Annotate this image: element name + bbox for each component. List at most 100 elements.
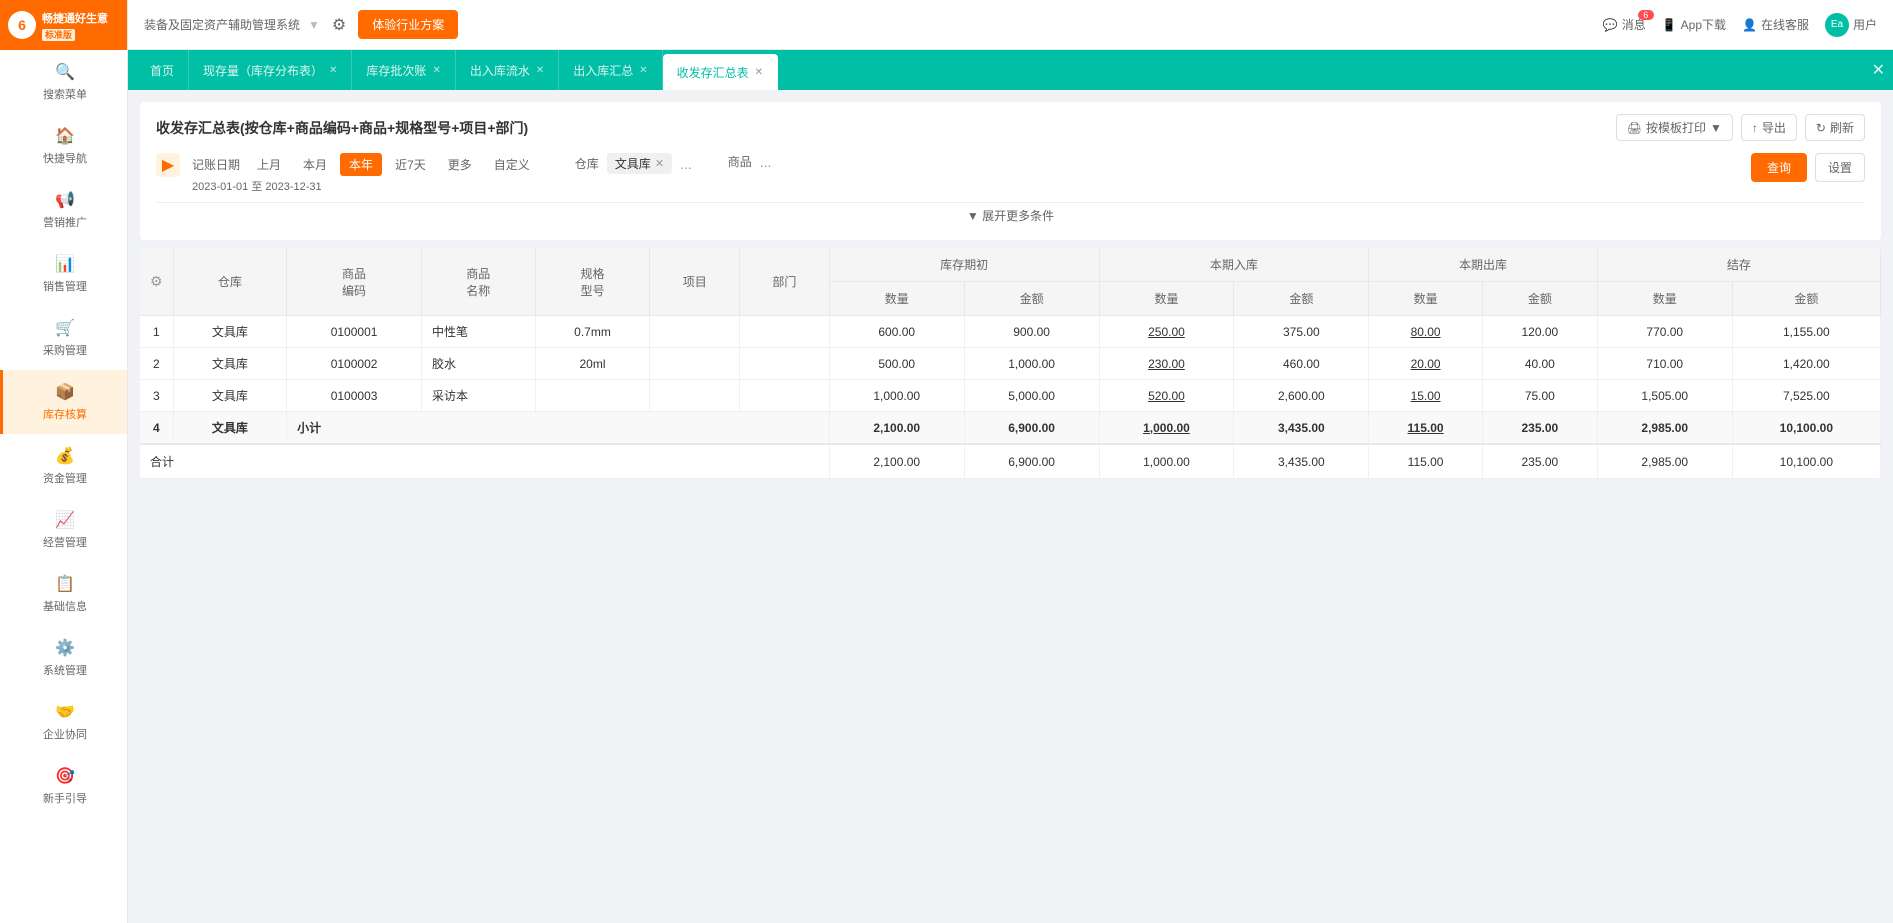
tab-batch[interactable]: 库存批次账 ✕ — [352, 50, 455, 90]
user-label: 用户 — [1853, 16, 1877, 33]
th-opening-amt: 金额 — [964, 282, 1099, 316]
tab-close-icon[interactable]: ✕ — [639, 65, 647, 76]
tab-close-icon[interactable]: ✕ — [536, 65, 544, 76]
date-btn-this-year[interactable]: 本年 — [340, 153, 382, 176]
date-btn-7days[interactable]: 近7天 — [386, 153, 435, 176]
warehouse-more[interactable]: ... — [680, 156, 692, 172]
warehouse-tag-close[interactable]: ✕ — [655, 157, 664, 170]
sidebar-item-operations[interactable]: 📈 经营管理 — [0, 498, 127, 562]
query-btn[interactable]: 查询 — [1751, 153, 1807, 182]
inventory-icon: 📦 — [55, 382, 75, 402]
sidebar-item-newbie[interactable]: 🎯 新手引导 — [0, 754, 127, 818]
sidebar-item-search[interactable]: 🔍 搜索菜单 — [0, 50, 127, 114]
sidebar-item-purchase[interactable]: 🛒 采购管理 — [0, 306, 127, 370]
user-item[interactable]: Ea 用户 — [1825, 13, 1877, 37]
message-badge: 6 — [1638, 10, 1654, 20]
sidebar-item-inventory[interactable]: 📦 库存核算 — [0, 370, 127, 434]
expand-more-btn[interactable]: ▼ 展开更多条件 — [156, 202, 1865, 228]
sidebar-item-purchase-label: 采购管理 — [43, 342, 87, 358]
th-incoming-amt: 金额 — [1234, 282, 1369, 316]
app-download-item[interactable]: 📱 App下载 — [1662, 16, 1726, 33]
sidebar-item-sales[interactable]: 📊 销售管理 — [0, 242, 127, 306]
topbar: 装备及固定资产辅助管理系统 ▼ ⚙ 体验行业方案 💬 消息 6 📱 App下载 … — [128, 0, 1893, 50]
th-closing-group: 结存 — [1597, 248, 1880, 282]
finance-icon: 💰 — [55, 446, 75, 466]
tab-active-close-icon[interactable]: ✕ — [755, 67, 763, 78]
logo-tag: 标准版 — [42, 29, 75, 41]
sidebar-item-system-label: 系统管理 — [43, 662, 87, 678]
enterprise-icon: 🤝 — [55, 702, 75, 722]
export-btn[interactable]: ↑ 导出 — [1741, 114, 1797, 141]
refresh-icon: ↻ — [1816, 121, 1826, 135]
online-service-label: 在线客服 — [1761, 16, 1809, 33]
tab-home-label: 首页 — [150, 62, 174, 79]
panel-header-actions: 🖨 按模板打印 ▼ ↑ 导出 ↻ 刷新 — [1616, 114, 1865, 141]
print-btn[interactable]: 🖨 按模板打印 ▼ — [1616, 114, 1733, 141]
th-opening-qty: 数量 — [829, 282, 964, 316]
th-closing-amt: 金额 — [1732, 282, 1880, 316]
filter-arrow-btn[interactable]: ▶ — [156, 153, 180, 177]
sidebar-item-system[interactable]: ⚙️ 系统管理 — [0, 626, 127, 690]
sidebar-item-base[interactable]: 📋 基础信息 — [0, 562, 127, 626]
sidebar-item-quicknav-label: 快捷导航 — [43, 150, 87, 166]
date-btn-this-month[interactable]: 本月 — [294, 153, 336, 176]
th-warehouse: 仓库 — [173, 248, 287, 316]
refresh-btn[interactable]: ↻ 刷新 — [1805, 114, 1865, 141]
th-product-name: 商品名称 — [422, 248, 536, 316]
th-incoming-qty: 数量 — [1099, 282, 1234, 316]
sidebar-item-finance[interactable]: 💰 资金管理 — [0, 434, 127, 498]
sidebar-item-enterprise[interactable]: 🤝 企业协同 — [0, 690, 127, 754]
tab-summary[interactable]: 出入库汇总 ✕ — [559, 50, 662, 90]
app-download-label: App下载 — [1681, 16, 1726, 33]
th-settings: ⚙ — [140, 248, 173, 316]
data-table: ⚙ 仓库 商品编码 商品名称 规格型号 — [140, 248, 1881, 479]
service-icon: 👤 — [1742, 18, 1757, 32]
sidebar-item-marketing[interactable]: 📢 营销推广 — [0, 178, 127, 242]
tab-batch-label: 库存批次账 — [366, 62, 426, 79]
sidebar-item-finance-label: 资金管理 — [43, 470, 87, 486]
message-item[interactable]: 💬 消息 6 — [1603, 16, 1646, 33]
table-row: 3 文具库 0100003 采访本 1,000.00 5,000.00 520.… — [140, 380, 1881, 412]
date-btn-last-month[interactable]: 上月 — [248, 153, 290, 176]
tab-summary-label: 出入库汇总 — [573, 62, 633, 79]
sidebar-item-marketing-label: 营销推广 — [43, 214, 87, 230]
total-in-qty: 1,000.00 — [1099, 444, 1234, 479]
filter-setting-btn[interactable]: 设置 — [1815, 153, 1865, 182]
tab-home[interactable]: 首页 — [136, 50, 189, 90]
product-label: 商品 — [728, 153, 752, 170]
table-row: 1 文具库 0100001 中性笔 0.7mm 600.00 900.00 25… — [140, 316, 1881, 348]
tab-receive-summary[interactable]: 收发存汇总表 ✕ — [663, 54, 778, 90]
sidebar-item-quicknav[interactable]: 🏠 快捷导航 — [0, 114, 127, 178]
sidebar-logo: 6 畅捷通好生意 标准版 — [0, 0, 127, 50]
tab-close-icon[interactable]: ✕ — [329, 65, 337, 76]
date-btn-custom[interactable]: 自定义 — [485, 153, 539, 176]
date-btn-more[interactable]: 更多 — [439, 153, 481, 176]
settings-icon[interactable]: ⚙ — [332, 15, 346, 35]
tab-close-icon[interactable]: ✕ — [432, 65, 440, 76]
sidebar-item-search-label: 搜索菜单 — [43, 86, 87, 102]
tab-flow[interactable]: 出入库流水 ✕ — [456, 50, 559, 90]
th-outgoing-amt: 金额 — [1482, 282, 1597, 316]
total-open-amt: 6,900.00 — [964, 444, 1099, 479]
close-all-tabs-btn[interactable]: ✕ — [1872, 60, 1885, 80]
topbar-right: 💬 消息 6 📱 App下载 👤 在线客服 Ea 用户 — [1603, 13, 1877, 37]
total-out-qty: 115.00 — [1369, 444, 1483, 479]
warehouse-filter: 文具库 ✕ — [607, 153, 672, 174]
search-icon: 🔍 — [55, 62, 75, 82]
experience-btn[interactable]: 体验行业方案 — [358, 10, 458, 39]
total-row: 合计 2,100.00 6,900.00 1,000.00 3,435.00 1… — [140, 444, 1881, 479]
tab-flow-label: 出入库流水 — [470, 62, 530, 79]
tab-inventory-dist[interactable]: 现存量（库存分布表） ✕ — [189, 50, 352, 90]
column-settings-icon[interactable]: ⚙ — [150, 273, 163, 289]
total-close-amt: 10,100.00 — [1732, 444, 1880, 479]
product-more[interactable]: ... — [760, 154, 772, 170]
tab-inventory-dist-label: 现存量（库存分布表） — [203, 62, 323, 79]
panel-header: 收发存汇总表(按仓库+商品编码+商品+规格型号+项目+部门) 🖨 按模板打印 ▼… — [156, 114, 1865, 141]
online-service-item[interactable]: 👤 在线客服 — [1742, 16, 1809, 33]
sidebar-item-sales-label: 销售管理 — [43, 278, 87, 294]
main-content: 装备及固定资产辅助管理系统 ▼ ⚙ 体验行业方案 💬 消息 6 📱 App下载 … — [128, 0, 1893, 923]
sales-icon: 📊 — [55, 254, 75, 274]
warehouse-tag: 文具库 ✕ — [607, 153, 672, 174]
sidebar-item-newbie-label: 新手引导 — [43, 790, 87, 806]
purchase-icon: 🛒 — [55, 318, 75, 338]
